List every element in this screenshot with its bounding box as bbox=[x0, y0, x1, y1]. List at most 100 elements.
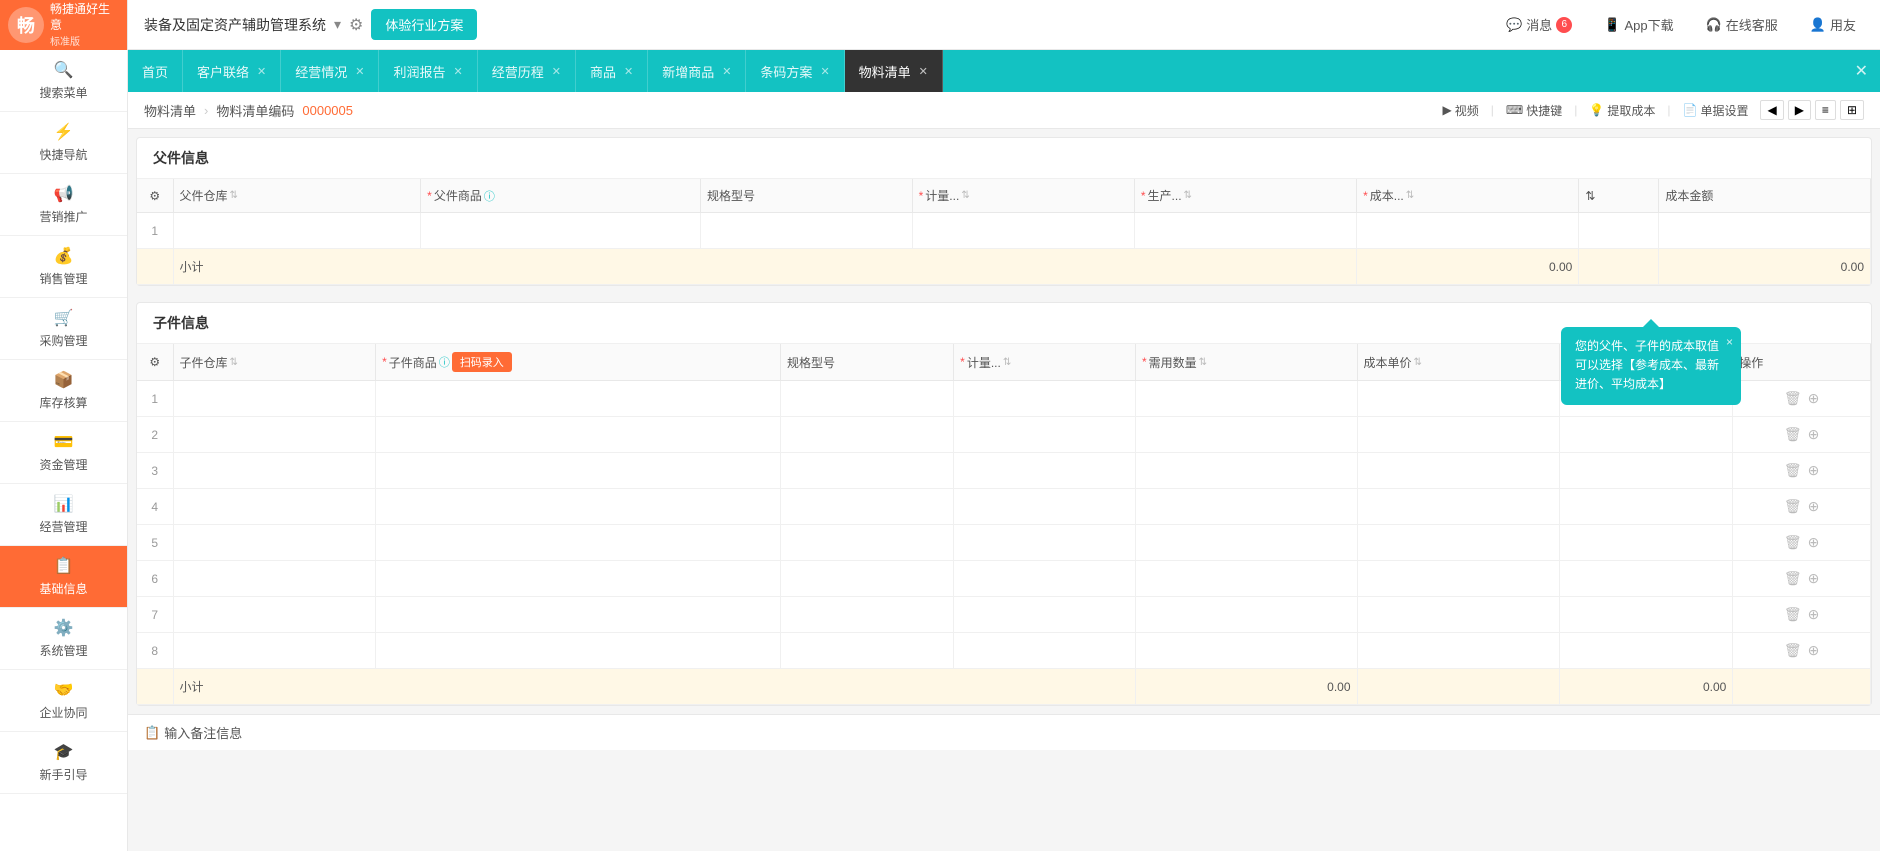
child-row-2-quantity[interactable] bbox=[954, 417, 1136, 453]
child-row-6-quantity[interactable] bbox=[954, 561, 1136, 597]
copy-icon-6[interactable]: ⊕ bbox=[1808, 570, 1820, 587]
prev-page-button[interactable]: ◀ bbox=[1760, 100, 1783, 120]
child-row-3-spec[interactable] bbox=[781, 453, 954, 489]
delete-icon-8[interactable]: 🗑 bbox=[1784, 642, 1802, 659]
nav-tab-1[interactable]: 客户联络✕ bbox=[183, 50, 281, 92]
nav-tab-close-7[interactable]: ✕ bbox=[820, 65, 829, 78]
nav-tab-6[interactable]: 新增商品✕ bbox=[648, 50, 746, 92]
sidebar-item-11[interactable]: 🎓新手引导 bbox=[0, 732, 127, 794]
nav-tab-close-4[interactable]: ✕ bbox=[552, 65, 561, 78]
nav-tab-close-5[interactable]: ✕ bbox=[624, 65, 633, 78]
nav-tab-0[interactable]: 首页 bbox=[128, 50, 183, 92]
parent-row-1-cost[interactable] bbox=[1357, 213, 1579, 249]
settings-button[interactable]: 📄 单据设置 bbox=[1682, 102, 1748, 119]
list-view-button[interactable]: ≡ bbox=[1815, 100, 1836, 120]
sidebar-item-10[interactable]: 🤝企业协同 bbox=[0, 670, 127, 732]
child-row-5-product[interactable] bbox=[376, 525, 781, 561]
child-row-1-warehouse[interactable] bbox=[173, 381, 376, 417]
sidebar-item-2[interactable]: 📢营销推广 bbox=[0, 174, 127, 236]
user-button[interactable]: 👤 用友 bbox=[1802, 11, 1864, 38]
delete-icon-6[interactable]: 🗑 bbox=[1784, 570, 1802, 587]
child-row-6-product[interactable] bbox=[376, 561, 781, 597]
child-row-8-unit-cost[interactable] bbox=[1357, 633, 1560, 669]
child-row-8-warehouse[interactable] bbox=[173, 633, 376, 669]
child-row-7-warehouse[interactable] bbox=[173, 597, 376, 633]
child-row-7-product[interactable] bbox=[376, 597, 781, 633]
sidebar-item-3[interactable]: 💰销售管理 bbox=[0, 236, 127, 298]
sidebar-item-8[interactable]: 📋基础信息 bbox=[0, 546, 127, 608]
delete-icon-3[interactable]: 🗑 bbox=[1784, 462, 1802, 479]
sidebar-item-9[interactable]: ⚙️系统管理 bbox=[0, 608, 127, 670]
child-row-5-spec[interactable] bbox=[781, 525, 954, 561]
nav-tab-close-2[interactable]: ✕ bbox=[355, 65, 364, 78]
child-row-6-needed-qty[interactable] bbox=[1135, 561, 1357, 597]
child-row-2-product[interactable] bbox=[376, 417, 781, 453]
child-row-7-unit-cost[interactable] bbox=[1357, 597, 1560, 633]
child-row-5-needed-qty[interactable] bbox=[1135, 525, 1357, 561]
child-row-7-needed-qty[interactable] bbox=[1135, 597, 1357, 633]
child-row-1-spec[interactable] bbox=[781, 381, 954, 417]
child-row-6-warehouse[interactable] bbox=[173, 561, 376, 597]
child-row-5-quantity[interactable] bbox=[954, 525, 1136, 561]
parent-row-1-production[interactable] bbox=[1134, 213, 1356, 249]
parent-row-1-product[interactable] bbox=[421, 213, 701, 249]
copy-icon-5[interactable]: ⊕ bbox=[1808, 534, 1820, 551]
child-row-3-unit-cost[interactable] bbox=[1357, 453, 1560, 489]
nav-tab-close-8[interactable]: ✕ bbox=[919, 65, 928, 78]
nav-tab-7[interactable]: 条码方案✕ bbox=[746, 50, 844, 92]
child-row-8-quantity[interactable] bbox=[954, 633, 1136, 669]
system-settings-icon[interactable]: ⚙ bbox=[349, 15, 363, 35]
nav-tab-5[interactable]: 商品✕ bbox=[576, 50, 648, 92]
delete-icon-1[interactable]: 🗑 bbox=[1784, 390, 1802, 407]
child-row-3-warehouse[interactable] bbox=[173, 453, 376, 489]
copy-icon-7[interactable]: ⊕ bbox=[1808, 606, 1820, 623]
nav-tab-close-3[interactable]: ✕ bbox=[454, 65, 463, 78]
expand-button[interactable]: ⊞ bbox=[1840, 100, 1864, 120]
sidebar-item-1[interactable]: ⚡快捷导航 bbox=[0, 112, 127, 174]
sidebar-item-0[interactable]: 🔍搜索菜单 bbox=[0, 50, 127, 112]
nav-tab-close-1[interactable]: ✕ bbox=[257, 65, 266, 78]
nav-tab-8[interactable]: 物料清单✕ bbox=[845, 50, 943, 92]
copy-icon-4[interactable]: ⊕ bbox=[1808, 498, 1820, 515]
child-row-1-unit-cost[interactable] bbox=[1357, 381, 1560, 417]
child-row-8-spec[interactable] bbox=[781, 633, 954, 669]
sidebar-item-4[interactable]: 🛒采购管理 bbox=[0, 298, 127, 360]
child-row-2-spec[interactable] bbox=[781, 417, 954, 453]
child-col-settings[interactable]: ⚙ bbox=[137, 344, 173, 381]
note-button[interactable]: 📋 输入备注信息 bbox=[144, 723, 242, 742]
child-row-4-warehouse[interactable] bbox=[173, 489, 376, 525]
delete-icon-5[interactable]: 🗑 bbox=[1784, 534, 1802, 551]
child-row-4-needed-qty[interactable] bbox=[1135, 489, 1357, 525]
child-row-8-product[interactable] bbox=[376, 633, 781, 669]
copy-icon-2[interactable]: ⊕ bbox=[1808, 426, 1820, 443]
tooltip-close-button[interactable]: × bbox=[1726, 333, 1733, 352]
trial-button[interactable]: 体验行业方案 bbox=[371, 9, 477, 40]
child-row-4-quantity[interactable] bbox=[954, 489, 1136, 525]
nav-close-button[interactable]: ✕ bbox=[1843, 50, 1880, 92]
nav-tab-close-6[interactable]: ✕ bbox=[722, 65, 731, 78]
child-row-3-quantity[interactable] bbox=[954, 453, 1136, 489]
child-row-2-needed-qty[interactable] bbox=[1135, 417, 1357, 453]
child-row-2-warehouse[interactable] bbox=[173, 417, 376, 453]
parent-row-1-spec[interactable] bbox=[701, 213, 913, 249]
copy-icon-3[interactable]: ⊕ bbox=[1808, 462, 1820, 479]
child-row-3-product[interactable] bbox=[376, 453, 781, 489]
nav-tab-4[interactable]: 经营历程✕ bbox=[478, 50, 576, 92]
parent-row-1-quantity[interactable] bbox=[912, 213, 1134, 249]
nav-tab-3[interactable]: 利润报告✕ bbox=[379, 50, 477, 92]
scan-button[interactable]: 扫码录入 bbox=[452, 352, 512, 372]
child-row-4-spec[interactable] bbox=[781, 489, 954, 525]
parent-row-1-warehouse[interactable] bbox=[173, 213, 421, 249]
child-row-5-warehouse[interactable] bbox=[173, 525, 376, 561]
child-row-4-unit-cost[interactable] bbox=[1357, 489, 1560, 525]
child-row-4-product[interactable] bbox=[376, 489, 781, 525]
system-title-dropdown-icon[interactable]: ▾ bbox=[334, 16, 341, 33]
sidebar-item-5[interactable]: 📦库存核算 bbox=[0, 360, 127, 422]
sidebar-item-6[interactable]: 💳资金管理 bbox=[0, 422, 127, 484]
delete-icon-2[interactable]: 🗑 bbox=[1784, 426, 1802, 443]
child-row-7-quantity[interactable] bbox=[954, 597, 1136, 633]
sidebar-item-7[interactable]: 📊经营管理 bbox=[0, 484, 127, 546]
copy-icon-1[interactable]: ⊕ bbox=[1808, 390, 1820, 407]
child-row-6-unit-cost[interactable] bbox=[1357, 561, 1560, 597]
online-service-button[interactable]: 🎧 在线客服 bbox=[1698, 11, 1786, 38]
